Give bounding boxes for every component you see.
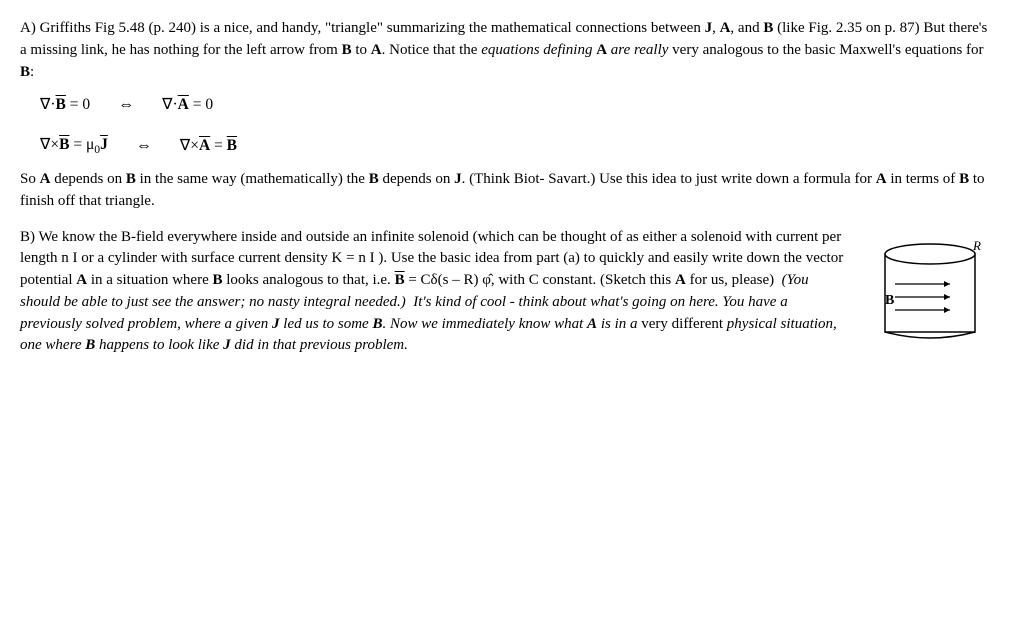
section-a-paragraph2: So A depends on B in the same way (mathe… bbox=[20, 169, 995, 213]
section-b-content: R bbox=[20, 227, 995, 358]
svg-text:B: B bbox=[885, 293, 894, 308]
content-area: A) Griffiths Fig 5.48 (p. 240) is a nice… bbox=[20, 18, 995, 362]
section-a: A) Griffiths Fig 5.48 (p. 240) is a nice… bbox=[20, 18, 995, 83]
section-a-paragraph1: A) Griffiths Fig 5.48 (p. 240) is a nice… bbox=[20, 18, 995, 83]
eq1-right: ∇·A = 0 bbox=[162, 91, 213, 119]
section-b: R bbox=[20, 227, 995, 362]
eq1-left: ∇·B = 0 bbox=[40, 91, 90, 119]
eq1-iff: ⇔ bbox=[118, 96, 134, 114]
eq2-left: ∇×B = μ0J bbox=[40, 131, 108, 161]
eq2-right: ∇×A = B bbox=[180, 132, 237, 160]
equation-row-1: ∇·B = 0 ⇔ ∇·A = 0 bbox=[40, 91, 995, 119]
equations-block: ∇·B = 0 ⇔ ∇·A = 0 ∇×B = μ0J ⇔ ∇×A = B bbox=[40, 91, 995, 161]
equation-row-2: ∇×B = μ0J ⇔ ∇×A = B bbox=[40, 131, 995, 161]
cylinder-svg: R bbox=[865, 232, 995, 362]
eq2-iff: ⇔ bbox=[136, 137, 152, 155]
cylinder-illustration: R bbox=[865, 232, 995, 362]
section-b-paragraph: B) We know the B-field everywhere inside… bbox=[20, 227, 995, 358]
